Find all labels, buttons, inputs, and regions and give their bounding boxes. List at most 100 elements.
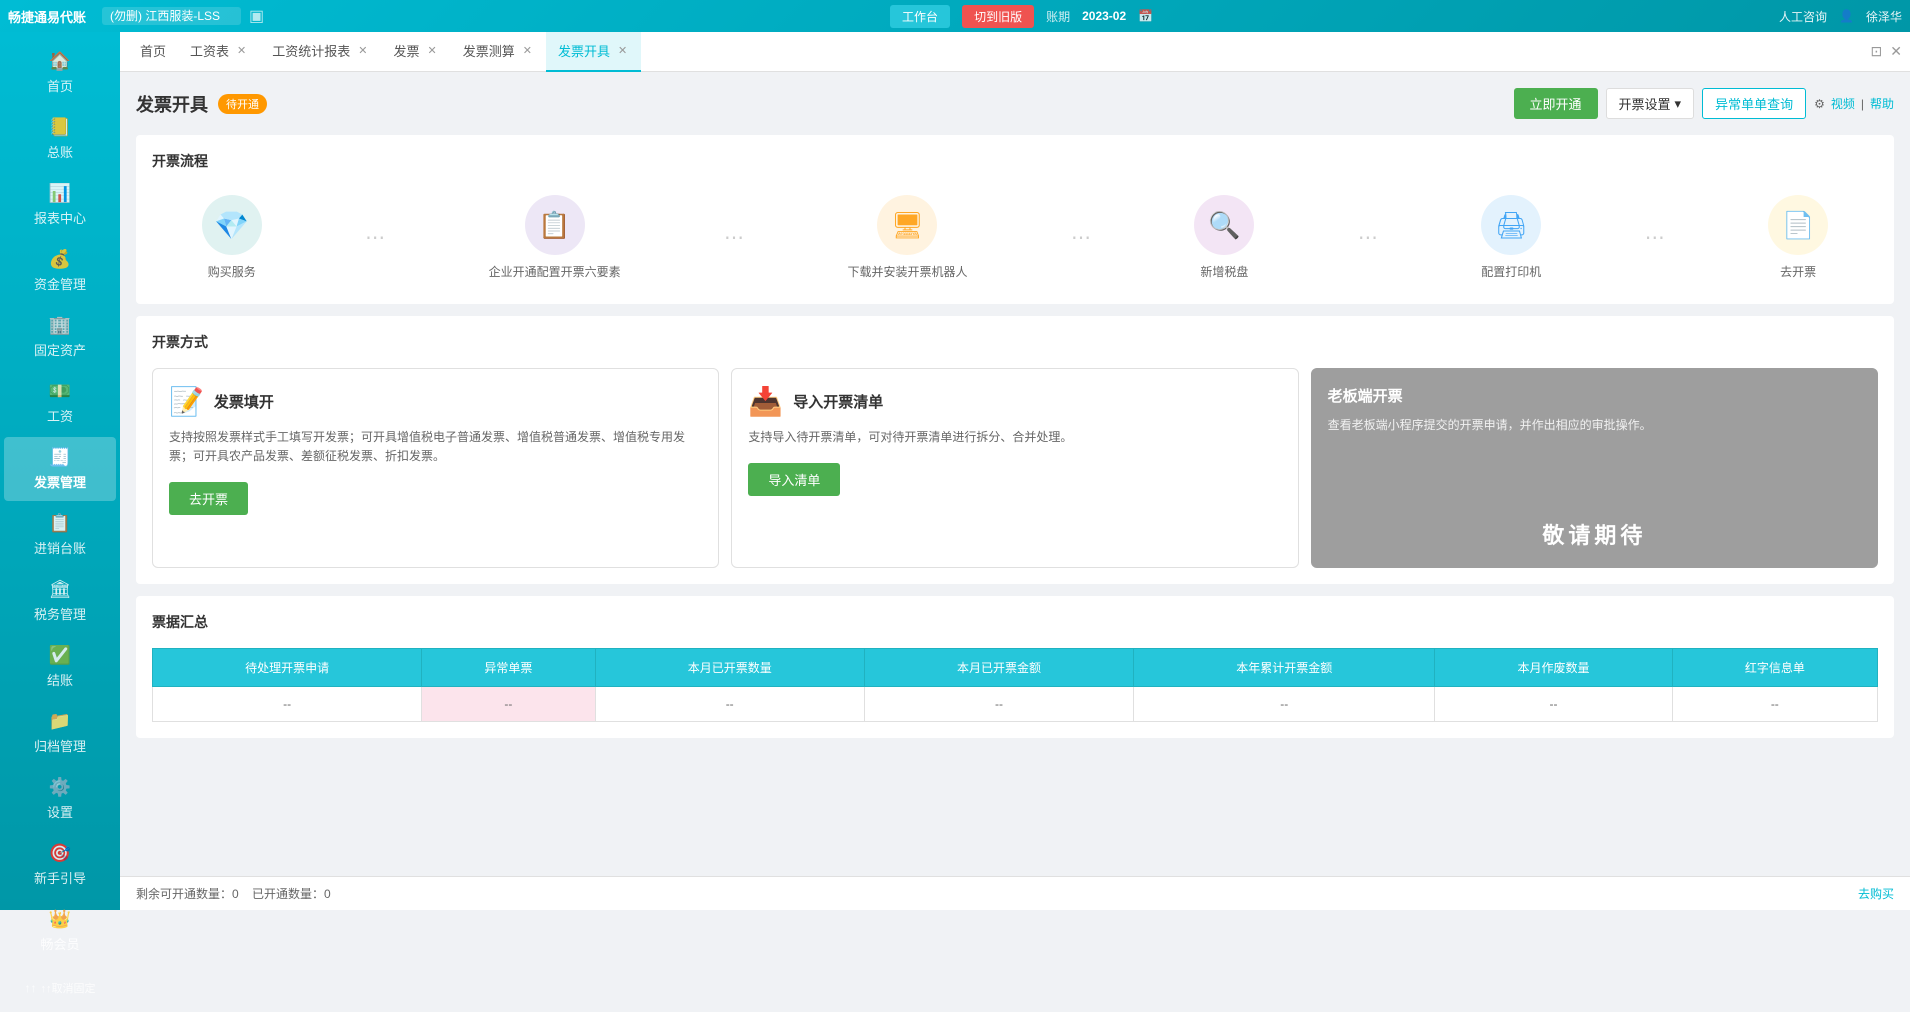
top-bar-right: 人工咨询 👤 徐泽华	[1779, 8, 1902, 25]
open-settings-button[interactable]: 开票设置 ▾	[1606, 88, 1695, 119]
page-header: 发票开具 待开通 立即开通 开票设置 ▾ 异常单单查询 ⚙ 视频 | 帮助	[136, 88, 1894, 119]
method-section: 开票方式 📝 发票填开 支持按照发票样式手工填写开发票；可开具增值税电子普通发票…	[136, 316, 1894, 584]
step-config-printer[interactable]: 🖨 配置打印机	[1481, 195, 1541, 280]
tab-bar-right: ⊡ ✕	[1871, 43, 1902, 60]
settings-help-icon: ⚙	[1814, 97, 1825, 111]
step-add-taxbox[interactable]: 🔍 新增税盘	[1194, 195, 1254, 280]
add-taxbox-label: 新增税盘	[1200, 263, 1248, 280]
tax-icon: 🏛	[49, 579, 72, 600]
tab-invoice-tool[interactable]: 发票开具 ✕	[546, 32, 641, 72]
open-settings-label: 开票设置	[1619, 94, 1671, 113]
user-avatar: 👤	[1839, 9, 1854, 23]
sidebar-label-reports: 报表中心	[34, 208, 86, 227]
sidebar-item-purchase[interactable]: 📋 进销台账	[4, 503, 116, 567]
video-help-label[interactable]: 视频	[1831, 95, 1855, 112]
pin-toggle[interactable]: ↑↑ ↑↑取消固定	[4, 972, 116, 1004]
add-taxbox-icon: 🔍	[1194, 195, 1254, 255]
tab-salary-table[interactable]: 工资表 ✕	[178, 32, 260, 72]
method-card-import: 📥 导入开票清单 支持导入待开票清单，可对待开票清单进行拆分、合并处理。 导入清…	[731, 368, 1298, 568]
goto-buy-link[interactable]: 去购买	[1858, 885, 1894, 902]
download-robot-icon: 🖥	[877, 195, 937, 255]
method-import-title: 导入开票清单	[793, 391, 883, 412]
download-robot-label: 下载并安装开票机器人	[847, 263, 967, 280]
page-title: 发票开具	[136, 91, 208, 117]
summary-section: 票据汇总 待处理开票申请 异常单票 本月已开票数量 本月已开票金额 本年累计开票…	[136, 596, 1894, 738]
tab-invoice-tool-close[interactable]: ✕	[616, 43, 629, 58]
sidebar-item-home[interactable]: 🏠 首页	[4, 41, 116, 105]
sidebar-label-purchase: 进销台账	[34, 538, 86, 557]
val-year-amount: --	[1134, 687, 1435, 722]
tab-salary-report-close[interactable]: ✕	[356, 43, 369, 58]
tab-invoice-list[interactable]: 发票 ✕	[381, 32, 450, 72]
config-printer-label: 配置打印机	[1481, 263, 1541, 280]
workbench-button[interactable]: 工作台	[890, 5, 950, 28]
method-manual-title: 发票填开	[214, 391, 274, 412]
purchase-icon: 📋	[49, 513, 71, 534]
funds-icon: 💰	[49, 249, 71, 270]
content-area: 首页 工资表 ✕ 工资统计报表 ✕ 发票 ✕ 发票测算 ✕ 发票开具 ✕	[120, 32, 1910, 910]
close-window-icon[interactable]: ✕	[1890, 43, 1902, 60]
settle-icon: ✅	[49, 645, 71, 666]
invoice-icon: 🧾	[49, 447, 71, 468]
user-name[interactable]: 徐泽华	[1866, 8, 1902, 25]
tab-invoice-calc[interactable]: 发票测算 ✕	[451, 32, 546, 72]
sidebar-item-member[interactable]: 👑 畅会员	[4, 899, 116, 963]
settings-icon: ⚙️	[49, 777, 71, 798]
arrow-4: ⋯	[1358, 225, 1378, 250]
sidebar-label-funds: 资金管理	[34, 274, 86, 293]
step-buy-service[interactable]: 💎 购买服务	[202, 195, 262, 280]
help-separator: |	[1861, 97, 1864, 111]
val-month-count: --	[595, 687, 864, 722]
method-manual-icon: 📝	[169, 385, 204, 418]
method-import-header: 📥 导入开票清单	[748, 385, 1281, 418]
page-header-left: 发票开具 待开通	[136, 91, 267, 117]
sidebar-item-invoice[interactable]: 🧾 发票管理	[4, 437, 116, 501]
step-enterprise-open[interactable]: 📋 企业开通配置开票六要素	[489, 195, 621, 280]
pending-badge: 待开通	[218, 94, 267, 114]
top-bar: 畅捷通易代账 (勿删) 江西服装-LSS ▣ 工作台 切到旧版 账期 2023-…	[0, 0, 1910, 32]
process-section: 开票流程 💎 购买服务 ⋯ 📋 企业开通配置开票六要素	[136, 135, 1894, 304]
sidebar-item-settings[interactable]: ⚙️ 设置	[4, 767, 116, 831]
immediate-open-button[interactable]: 立即开通	[1514, 88, 1598, 119]
old-version-button[interactable]: 切到旧版	[962, 5, 1034, 28]
sidebar-item-funds[interactable]: 💰 资金管理	[4, 239, 116, 303]
tab-home[interactable]: 首页	[128, 32, 178, 72]
val-red-info: --	[1672, 687, 1877, 722]
customer-service-link[interactable]: 人工咨询	[1779, 8, 1827, 25]
sidebar-item-guide[interactable]: 🎯 新手引导	[4, 833, 116, 897]
step-make-invoice[interactable]: 📄 去开票	[1768, 195, 1828, 280]
step-download-robot[interactable]: 🖥 下载并安装开票机器人	[847, 195, 967, 280]
sidebar-label-invoice: 发票管理	[34, 472, 86, 491]
member-icon: 👑	[49, 909, 71, 930]
sidebar-item-reports[interactable]: 📊 报表中心	[4, 173, 116, 237]
tab-salary-report[interactable]: 工资统计报表 ✕	[260, 32, 381, 72]
method-manual-desc: 支持按照发票样式手工填写开发票；可开具增值税电子普通发票、增值税普通发票、增值税…	[169, 428, 702, 466]
boss-card-header: 老板端开票 查看老板端小程序提交的开票申请，并作出相应的审批操作。	[1328, 385, 1861, 435]
method-import-button[interactable]: 导入清单	[748, 463, 840, 496]
sidebar-item-assets[interactable]: 🏢 固定资产	[4, 305, 116, 369]
method-manual-button[interactable]: 去开票	[169, 482, 248, 515]
col-pending: 待处理开票申请	[153, 649, 422, 687]
config-printer-icon: 🖨	[1481, 195, 1541, 255]
tab-invoice-calc-close[interactable]: ✕	[521, 43, 534, 58]
calendar-icon[interactable]: 📅	[1138, 9, 1153, 23]
help-label[interactable]: 帮助	[1870, 95, 1894, 112]
tab-invoice-list-close[interactable]: ✕	[426, 43, 439, 58]
coming-soon-text: 敬请期待	[1542, 518, 1646, 550]
exception-query-button[interactable]: 异常单单查询	[1702, 88, 1806, 119]
col-year-amount: 本年累计开票金额	[1134, 649, 1435, 687]
summary-table: 待处理开票申请 异常单票 本月已开票数量 本月已开票金额 本年累计开票金额 本月…	[152, 648, 1878, 722]
top-bar-left: 畅捷通易代账 (勿删) 江西服装-LSS ▣	[8, 6, 264, 26]
sidebar-item-ledger[interactable]: 📒 总账	[4, 107, 116, 171]
process-steps: 💎 购买服务 ⋯ 📋 企业开通配置开票六要素 ⋯ 🖥	[152, 187, 1878, 288]
tab-salary-table-close[interactable]: ✕	[235, 43, 248, 58]
restore-window-icon[interactable]: ⊡	[1871, 43, 1883, 60]
enterprise-open-icon: 📋	[525, 195, 585, 255]
sidebar-label-assets: 固定资产	[34, 340, 86, 359]
sidebar-item-tax[interactable]: 🏛 税务管理	[4, 569, 116, 633]
sidebar-item-settle[interactable]: ✅ 结账	[4, 635, 116, 699]
company-select[interactable]: (勿删) 江西服装-LSS	[102, 7, 241, 25]
sidebar-item-salary[interactable]: 💵 工资	[4, 371, 116, 435]
sidebar-item-archive[interactable]: 📁 归档管理	[4, 701, 116, 765]
period-value: 2023-02	[1082, 9, 1126, 23]
